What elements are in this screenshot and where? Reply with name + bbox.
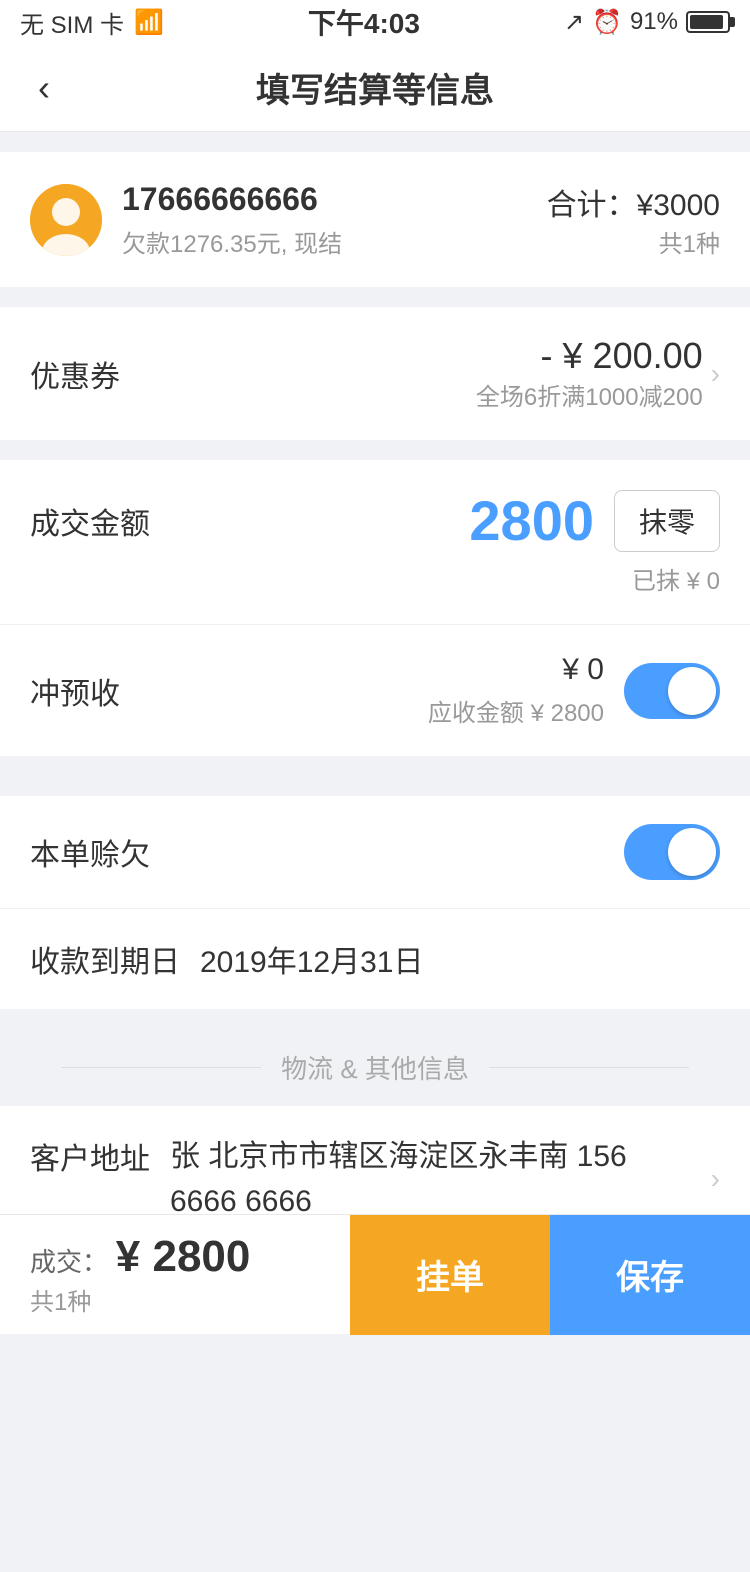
customer-left: 17666666666 欠款1276.35元, 现结	[30, 181, 342, 259]
bottom-count: 共1种	[30, 1282, 320, 1317]
logistics-line-left	[61, 1067, 261, 1068]
status-bar: 无 SIM 卡 📶 下午4:03 ↗ ⏰ 91%	[0, 0, 750, 44]
divider-1	[0, 287, 750, 307]
prepayment-toggle-knob	[668, 667, 716, 715]
due-date-value: 2019年12月31日	[200, 937, 423, 981]
customer-info: 17666666666 欠款1276.35元, 现结	[122, 181, 342, 259]
status-time: 下午4:03	[308, 2, 420, 42]
credit-label: 本单赊欠	[30, 830, 150, 874]
prepayment-toggle[interactable]	[624, 663, 720, 719]
customer-card: 17666666666 欠款1276.35元, 现结 合计：¥3000 共1种	[0, 152, 750, 287]
prepayment-desc: 应收金额 ¥ 2800	[428, 693, 604, 728]
bottom-summary: 成交： ¥ 2800 共1种	[0, 1232, 350, 1317]
coupon-right: - ¥ 200.00 全场6折满1000减200 ›	[476, 335, 720, 412]
logistics-divider: 物流 & 其他信息	[0, 1029, 750, 1106]
avatar	[30, 184, 102, 256]
round-button[interactable]: 抹零	[614, 490, 720, 552]
bottom-deal-prefix: 成交：	[30, 1247, 108, 1277]
deal-sub-text: 已抹 ¥ 0	[30, 561, 720, 596]
wifi-icon: 📶	[134, 8, 164, 37]
coupon-desc: 全场6折满1000减200	[476, 377, 703, 412]
bottom-bar: 成交： ¥ 2800 共1种 挂单 保存	[0, 1214, 750, 1334]
divider-3	[0, 756, 750, 776]
nav-title: 填写结算等信息	[256, 63, 494, 112]
status-left: 无 SIM 卡 📶	[20, 5, 164, 40]
address-value: 张 北京市市辖区海淀区永丰南 156 6666 6666	[170, 1134, 701, 1224]
content: 17666666666 欠款1276.35元, 现结 合计：¥3000 共1种 …	[0, 152, 750, 1572]
deal-right: 2800 抹零	[469, 488, 720, 553]
total-count: 共1种	[547, 224, 720, 259]
status-right: ↗ ⏰ 91%	[564, 8, 730, 37]
battery-percent: 91%	[630, 8, 678, 36]
address-label: 客户地址	[30, 1134, 150, 1178]
address-chevron-icon: ›	[711, 1163, 720, 1195]
alarm-icon: ⏰	[592, 8, 622, 37]
customer-debt: 欠款1276.35元, 现结	[122, 224, 342, 259]
carrier-label: 无 SIM 卡	[20, 5, 124, 40]
coupon-amount: - ¥ 200.00	[476, 335, 703, 377]
back-button[interactable]: ‹	[28, 57, 60, 119]
divider-4	[0, 1009, 750, 1029]
coupon-chevron-icon: ›	[711, 358, 720, 390]
logistics-label: 物流 & 其他信息	[281, 1049, 469, 1086]
divider-2	[0, 440, 750, 460]
save-button[interactable]: 保存	[550, 1215, 750, 1335]
deal-amount-value: 2800	[469, 488, 594, 553]
bottom-deal-amount: ¥ 2800	[116, 1232, 251, 1281]
logistics-line-right	[489, 1067, 689, 1068]
deal-amount-section: 成交金额 2800 抹零 已抹 ¥ 0	[0, 460, 750, 624]
coupon-label: 优惠券	[30, 352, 120, 396]
coupon-info: - ¥ 200.00 全场6折满1000减200	[476, 335, 703, 412]
credit-section: 本单赊欠	[0, 796, 750, 908]
location-icon: ↗	[564, 8, 584, 37]
total-amount: 合计：¥3000	[547, 180, 720, 224]
nav-bar: ‹ 填写结算等信息	[0, 44, 750, 132]
prepayment-row: 冲预收 ¥ 0 应收金额 ¥ 2800	[0, 624, 750, 756]
prepayment-right: ¥ 0 应收金额 ¥ 2800	[428, 653, 604, 728]
deal-amount-label: 成交金额	[30, 499, 150, 543]
customer-right: 合计：¥3000 共1种	[547, 180, 720, 259]
coupon-row[interactable]: 优惠券 - ¥ 200.00 全场6折满1000减200 ›	[0, 307, 750, 440]
deal-amount-row: 成交金额 2800 抹零	[30, 488, 720, 553]
bottom-deal-line: 成交： ¥ 2800	[30, 1232, 320, 1282]
credit-toggle-knob	[668, 828, 716, 876]
hold-button[interactable]: 挂单	[350, 1215, 550, 1335]
due-date-label: 收款到期日	[30, 937, 180, 981]
battery-icon	[686, 11, 730, 33]
due-date-section: 收款到期日 2019年12月31日	[0, 908, 750, 1009]
prepayment-label: 冲预收	[30, 669, 120, 713]
prepayment-amount: ¥ 0	[562, 653, 604, 687]
customer-phone: 17666666666	[122, 181, 342, 218]
credit-toggle[interactable]	[624, 824, 720, 880]
